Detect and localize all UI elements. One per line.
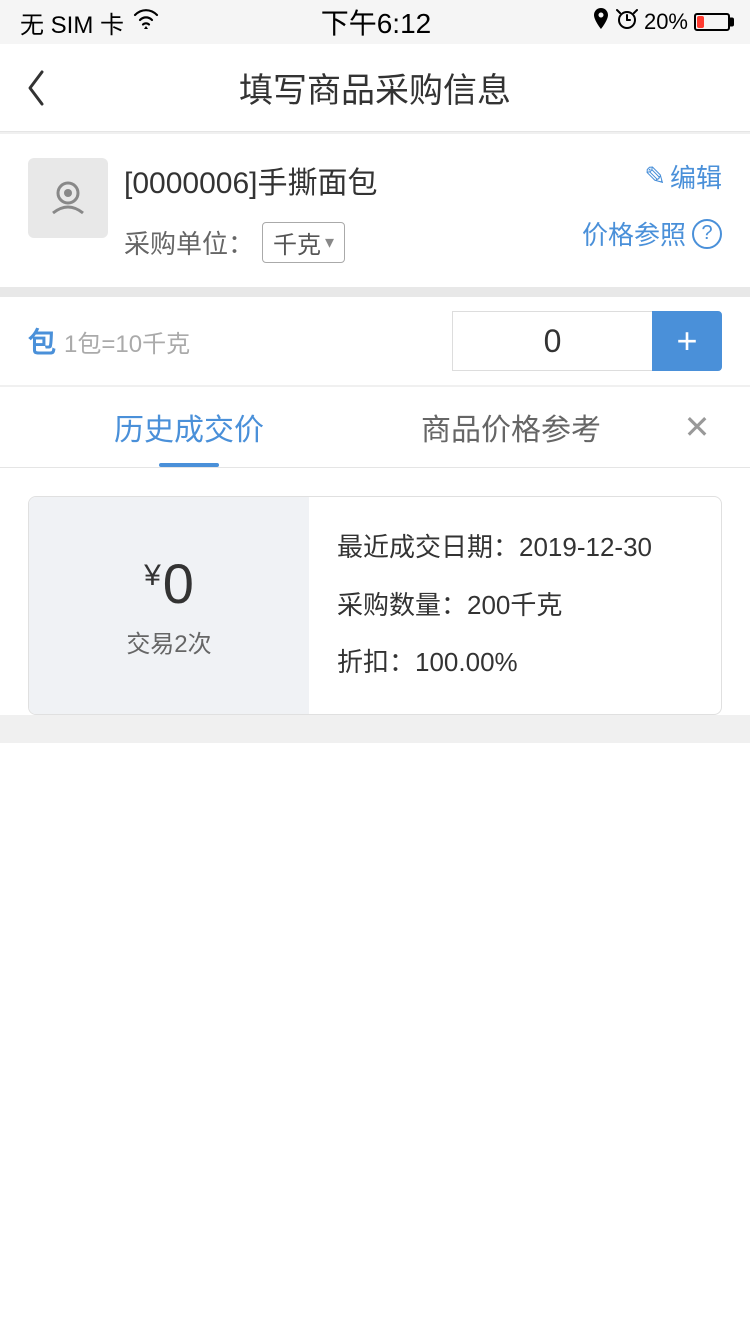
status-time: 下午6:12 bbox=[321, 2, 432, 42]
unit-arrow-icon: ▾ bbox=[325, 232, 334, 253]
status-right: 20% bbox=[592, 8, 730, 36]
price-summary-panel: ¥ 0 交易2次 bbox=[29, 497, 309, 714]
quantity-unit-icon: 包 bbox=[28, 321, 56, 361]
tab-reference-label: 商品价格参考 bbox=[421, 405, 601, 449]
help-icon: ? bbox=[692, 219, 722, 249]
location-icon bbox=[592, 8, 610, 36]
tab-history-price[interactable]: 历史成交价 bbox=[28, 387, 350, 467]
status-left: 无 SIM 卡 bbox=[20, 5, 160, 40]
price-ref-label: 价格参照 bbox=[582, 215, 686, 252]
price-card: ¥ 0 交易2次 最近成交日期：2019-12-30 采购数量：200千克 折扣… bbox=[28, 496, 722, 715]
carrier-text: 无 SIM 卡 bbox=[20, 5, 124, 40]
unit-selector[interactable]: 千克 ▾ bbox=[262, 222, 345, 263]
page-title: 填写商品采购信息 bbox=[239, 63, 511, 112]
date-value: 2019-12-30 bbox=[519, 532, 652, 562]
discount-value: 100.00% bbox=[415, 647, 518, 677]
price-detail-panel: 最近成交日期：2019-12-30 采购数量：200千克 折扣：100.00% bbox=[309, 497, 721, 714]
product-name: [0000006]手撕面包 bbox=[124, 158, 377, 202]
tab-price-reference[interactable]: 商品价格参考 bbox=[350, 387, 672, 467]
quantity-row-detail: 采购数量：200千克 bbox=[337, 585, 693, 627]
product-right: ✎ 编辑 价格参照 ? bbox=[582, 158, 722, 252]
tabs-close-button[interactable]: ✕ bbox=[672, 402, 722, 452]
quantity-unit-note: 1包=10千克 bbox=[64, 324, 190, 359]
bottom-area bbox=[0, 743, 750, 1343]
product-unit-row: 采购单位： 千克 ▾ bbox=[124, 222, 377, 263]
quantity-control: + bbox=[452, 311, 722, 371]
discount-label: 折扣： bbox=[337, 647, 415, 677]
product-info: [0000006]手撕面包 采购单位： 千克 ▾ bbox=[124, 158, 377, 263]
back-button[interactable] bbox=[24, 68, 48, 108]
edit-label: 编辑 bbox=[670, 158, 722, 195]
battery-percent: 20% bbox=[644, 9, 688, 35]
quantity-row: 包 1包=10千克 + bbox=[0, 297, 750, 385]
tab-history-label: 历史成交价 bbox=[114, 405, 264, 449]
product-left: [0000006]手撕面包 采购单位： 千克 ▾ bbox=[28, 158, 377, 263]
product-card: [0000006]手撕面包 采购单位： 千克 ▾ ✎ 编辑 价格参照 ? bbox=[0, 134, 750, 287]
date-row: 最近成交日期：2019-12-30 bbox=[337, 527, 693, 569]
edit-button[interactable]: ✎ 编辑 bbox=[644, 158, 722, 195]
nav-bar: 填写商品采购信息 bbox=[0, 44, 750, 132]
price-amount: ¥ 0 bbox=[144, 551, 194, 616]
tabs-section: 历史成交价 商品价格参考 ✕ ¥ 0 交易2次 最近成交日期：2019-12-3… bbox=[0, 387, 750, 715]
product-thumbnail bbox=[28, 158, 108, 238]
unit-value: 千克 bbox=[273, 225, 321, 260]
quantity-plus-button[interactable]: + bbox=[652, 311, 722, 371]
battery-icon bbox=[694, 13, 730, 31]
edit-icon: ✎ bbox=[644, 161, 666, 192]
tabs-header: 历史成交价 商品价格参考 ✕ bbox=[0, 387, 750, 468]
section-divider bbox=[0, 287, 750, 297]
qty-label: 采购数量： bbox=[337, 590, 467, 620]
transaction-count: 交易2次 bbox=[126, 624, 211, 659]
discount-row: 折扣：100.00% bbox=[337, 642, 693, 684]
quantity-label: 包 1包=10千克 bbox=[28, 321, 190, 361]
unit-label: 采购单位： bbox=[124, 224, 254, 261]
quantity-input[interactable] bbox=[452, 311, 652, 371]
price-reference-button[interactable]: 价格参照 ? bbox=[582, 215, 722, 252]
wifi-icon bbox=[132, 8, 160, 37]
currency-symbol: ¥ bbox=[144, 559, 161, 593]
product-header: [0000006]手撕面包 采购单位： 千克 ▾ ✎ 编辑 价格参照 ? bbox=[28, 158, 722, 263]
price-value: 0 bbox=[163, 551, 194, 616]
alarm-icon bbox=[616, 8, 638, 36]
status-bar: 无 SIM 卡 下午6:12 20% bbox=[0, 0, 750, 44]
qty-value: 200千克 bbox=[467, 590, 562, 620]
date-label: 最近成交日期： bbox=[337, 532, 519, 562]
